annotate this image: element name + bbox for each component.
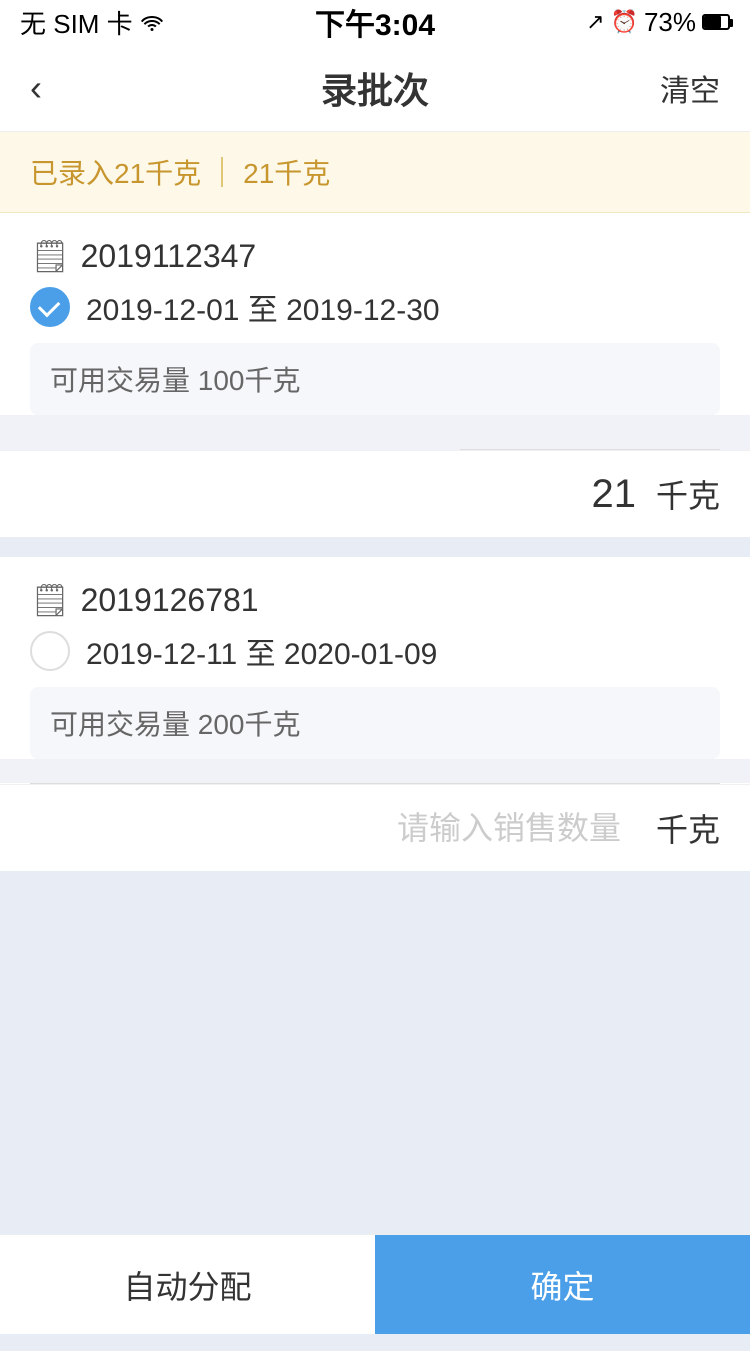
battery-icon	[702, 14, 730, 30]
recorded-amount-value: 21千克	[243, 152, 330, 192]
status-bar: 无 SIM 卡 下午3:04 ↗ ⏰ 73%	[0, 0, 750, 44]
clear-button[interactable]: 清空	[660, 66, 720, 110]
bottom-bar: 自动分配 确定	[0, 1234, 750, 1334]
amount-unit-1: 千克	[656, 471, 720, 517]
wifi-icon	[141, 7, 163, 38]
section-separator	[0, 537, 750, 557]
batch-id-2: 2019126781	[81, 582, 259, 619]
battery-label: 73%	[644, 7, 696, 38]
status-time: 下午3:04	[315, 0, 435, 44]
status-left: 无 SIM 卡	[20, 4, 163, 41]
location-icon: ↗	[586, 9, 604, 35]
amount-row-1: 21 千克	[0, 450, 750, 537]
input-row-2: 千克	[0, 784, 750, 871]
batch-radio-2[interactable]	[30, 631, 70, 671]
batch-card-2: 🗒 2019126781 2019-12-11 至 2020-01-09 可用交…	[0, 557, 750, 759]
batch-date-2: 2019-12-11 至 2020-01-09	[86, 629, 437, 673]
amount-underline-1	[0, 439, 750, 450]
carrier-label: 无 SIM 卡	[20, 4, 133, 41]
back-button[interactable]: ‹	[30, 67, 90, 109]
input-unit-2: 千克	[656, 805, 720, 851]
page-title: 录批次	[321, 62, 429, 114]
batch-id-1: 2019112347	[81, 238, 257, 275]
auto-distribute-button[interactable]: 自动分配	[0, 1235, 375, 1334]
alarm-icon: ⏰	[611, 9, 638, 35]
confirm-button[interactable]: 确定	[375, 1235, 750, 1334]
batch-amount-1: 21	[591, 472, 636, 517]
info-banner: 已录入21千克 21千克	[0, 132, 750, 213]
batch-avail-1: 可用交易量 100千克	[30, 343, 720, 415]
batch-date-1: 2019-12-01 至 2019-12-30	[86, 285, 440, 329]
nav-bar: ‹ 录批次 清空	[0, 44, 750, 132]
batch-date-row-2: 2019-12-11 至 2020-01-09	[0, 629, 750, 687]
doc-icon-1: 🗒	[30, 237, 71, 275]
quantity-input[interactable]	[336, 810, 636, 847]
doc-icon-2: 🗒	[30, 581, 71, 619]
recorded-amount-label: 已录入21千克	[30, 152, 201, 192]
batch-radio-1[interactable]	[30, 287, 70, 327]
batch-avail-2: 可用交易量 200千克	[30, 687, 720, 759]
batch-card-1: 🗒 2019112347 2019-12-01 至 2019-12-30 可用交…	[0, 213, 750, 415]
banner-divider	[221, 157, 223, 187]
batch-date-row-1: 2019-12-01 至 2019-12-30	[0, 285, 750, 343]
batch-header-2: 🗒 2019126781	[0, 557, 750, 629]
batch-header-1: 🗒 2019112347	[0, 213, 750, 285]
status-right: ↗ ⏰ 73%	[586, 7, 730, 38]
